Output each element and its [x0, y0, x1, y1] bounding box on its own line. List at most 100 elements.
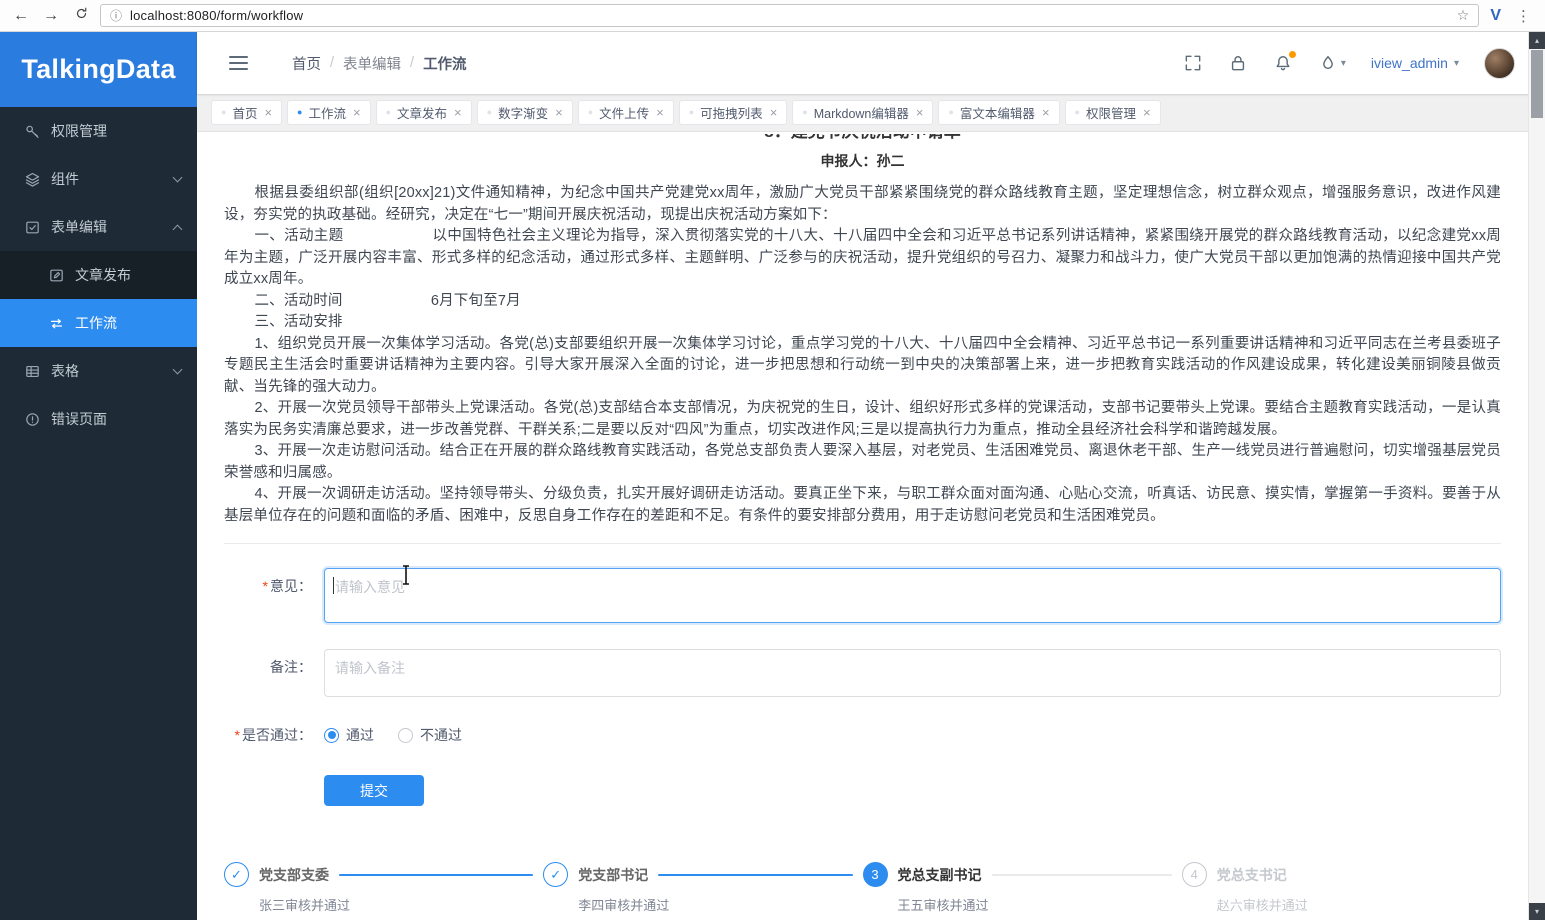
tab-markdown-editor[interactable]: ● Markdown编辑器 × [792, 100, 934, 125]
tab-number-gradient[interactable]: ● 数字渐变 × [476, 100, 573, 125]
remark-label: 备注： [224, 649, 324, 677]
tab-close-icon[interactable]: × [656, 105, 664, 120]
document-paragraph: 二、活动时间 6月下旬至7月 [254, 292, 521, 309]
tab-close-icon[interactable]: × [770, 105, 778, 120]
sidebar-item-label: 错误页面 [51, 411, 107, 427]
sidebar-item-label: 文章发布 [75, 267, 131, 283]
radio-pass[interactable]: 通过 [324, 725, 374, 745]
document-applicant: 申报人：孙二 [820, 153, 905, 169]
breadcrumb: 首页 / 表单编辑 / 工作流 [292, 53, 467, 74]
browser-menu-icon[interactable]: ⋮ [1512, 7, 1535, 25]
site-info-icon[interactable]: ⓘ [110, 7, 122, 24]
sidebar-item-label: 表格 [51, 363, 79, 379]
username: iview_admin [1370, 55, 1448, 71]
radio-fail-label: 不通过 [420, 727, 462, 743]
opinion-field-row: * 意见： [224, 568, 1501, 623]
radio-fail[interactable]: 不通过 [398, 725, 462, 745]
lock-icon[interactable] [1228, 53, 1248, 73]
document-paragraph: 根据县委组织部(组织[20xx]21)文件通知精神，为纪念中国共产党建党xx周年… [224, 185, 1501, 223]
step-general-secretary: 4 党总支书记 赵六审核并通过 [1181, 862, 1501, 914]
pass-label: * 是否通过： [224, 725, 324, 745]
url-text: localhost:8080/form/workflow [130, 8, 304, 23]
tab-close-icon[interactable]: × [454, 105, 462, 120]
sidebar-item-label: 组件 [51, 171, 79, 187]
header: 首页 / 表单编辑 / 工作流 ▾ iview_admin ▾ [197, 32, 1545, 94]
vertical-scrollbar[interactable]: ▴ ▾ [1528, 32, 1545, 920]
sidebar-item-error-pages[interactable]: 错误页面 [0, 395, 197, 443]
opinion-label-text: 意见： [270, 578, 312, 594]
page-content: 8：建党节庆祝活动申请单 申报人：孙二 根据县委组织部(组织[20xx]21)文… [197, 132, 1545, 920]
remark-textarea[interactable] [324, 649, 1501, 697]
step-branch-secretary: ✓ 党支部书记 李四审核并通过 [543, 862, 862, 914]
sidebar-item-components[interactable]: 组件 [0, 155, 197, 203]
opinion-label: * 意见： [224, 568, 324, 596]
tab-label: 文件上传 [599, 107, 650, 121]
sidebar-item-form-edit[interactable]: 表单编辑 [0, 203, 197, 251]
tab-permission[interactable]: ● 权限管理 × [1064, 100, 1161, 125]
tab-close-icon[interactable]: × [264, 105, 272, 120]
document-paragraph: 2、开展一次党员领导干部带头上党课活动。各党(总)支部结合本支部情况，为庆祝党的… [224, 400, 1501, 438]
key-icon [24, 123, 41, 140]
breadcrumb-form-edit[interactable]: 表单编辑 [343, 53, 401, 74]
avatar[interactable] [1484, 47, 1515, 79]
tab-file-upload[interactable]: ● 文件上传 × [577, 100, 674, 125]
step-title: 党总支副书记 [897, 866, 982, 883]
theme-dropdown[interactable]: ▾ [1318, 53, 1346, 73]
bookmark-star-icon[interactable]: ☆ [1457, 7, 1470, 24]
tab-label: Markdown编辑器 [813, 107, 909, 121]
sidebar-collapse-icon[interactable] [229, 56, 248, 70]
breadcrumb-home[interactable]: 首页 [292, 53, 321, 74]
layers-icon [24, 171, 41, 188]
opinion-textarea[interactable] [324, 568, 1501, 623]
browser-forward-icon[interactable]: → [40, 7, 62, 24]
user-menu[interactable]: iview_admin ▾ [1371, 55, 1459, 71]
tab-article-publish[interactable]: ● 文章发布 × [375, 100, 472, 125]
tab-richtext-editor[interactable]: ● 富文本编辑器 × [938, 100, 1060, 125]
chevron-down-icon [172, 364, 183, 374]
tab-draggable-list[interactable]: ● 可拖拽列表 × [678, 100, 788, 125]
submit-button[interactable]: 提交 [324, 775, 424, 806]
tab-home[interactable]: ● 首页 × [211, 100, 283, 125]
step-title: 党支部书记 [578, 866, 649, 883]
tab-bar: ● 首页 × ● 工作流 × ● 文章发布 × ● 数字渐变 × ● 文件上传 [197, 94, 1545, 132]
tab-close-icon[interactable]: × [1042, 105, 1050, 120]
step-title: 党支部支委 [259, 866, 329, 883]
approval-steps: ✓ 党支部支委 张三审核并通过 ✓ 党支部书记 李四审核并通过 3 党总支副书记… [224, 862, 1501, 914]
tab-label: 可拖拽列表 [700, 107, 763, 121]
radio-checked-icon [324, 727, 339, 743]
scroll-down-icon[interactable]: ▾ [1529, 903, 1545, 920]
form-check-icon [24, 219, 41, 236]
step-finished-check-icon: ✓ [224, 862, 249, 887]
browser-reload-icon[interactable] [70, 6, 92, 25]
scrollbar-thumb[interactable] [1531, 50, 1543, 118]
pass-radio-group: 通过 不通过 [324, 725, 462, 745]
tab-workflow[interactable]: ● 工作流 × [287, 100, 371, 125]
document-paragraph: 4、开展一次调研走访活动。坚持领导带头、分级负责，扎实开展好调研走访活动。要真正… [224, 486, 1501, 524]
browser-extension-icon[interactable]: V [1487, 7, 1504, 25]
browser-back-icon[interactable]: ← [10, 7, 32, 24]
tab-close-icon[interactable]: × [1143, 105, 1151, 120]
tab-dot-icon: ● [486, 107, 493, 117]
step-content: 赵六审核并通过 [1216, 898, 1308, 913]
sidebar: TalkingData 权限管理 组件 表单编辑 文章发布 工作流 表格 错误页… [0, 32, 197, 920]
app-logo[interactable]: TalkingData [0, 32, 197, 107]
tab-close-icon[interactable]: × [353, 105, 361, 120]
required-asterisk: * [262, 578, 268, 594]
scroll-up-icon[interactable]: ▴ [1529, 32, 1545, 49]
sidebar-item-tables[interactable]: 表格 [0, 347, 197, 395]
tab-close-icon[interactable]: × [916, 105, 924, 120]
tab-close-icon[interactable]: × [555, 105, 563, 120]
step-current-number-icon: 3 [862, 862, 888, 887]
sidebar-item-label: 权限管理 [51, 123, 107, 139]
document-paragraph: 1、组织党员开展一次集体学习活动。各党(总)支部要组织开展一次集体学习讨论，重点… [224, 335, 1501, 395]
chevron-down-icon: ▾ [1453, 57, 1459, 69]
sidebar-item-permission[interactable]: 权限管理 [0, 107, 197, 155]
sidebar-item-article-publish[interactable]: 文章发布 [0, 251, 197, 299]
browser-address-bar[interactable]: ⓘ localhost:8080/form/workflow ☆ [100, 4, 1480, 27]
notification-bell-icon[interactable] [1273, 51, 1296, 73]
chevron-down-icon [172, 172, 183, 182]
fullscreen-icon[interactable] [1183, 53, 1203, 73]
workflow-arrows-icon [48, 315, 65, 332]
sidebar-item-workflow[interactable]: 工作流 [0, 299, 197, 347]
remark-label-text: 备注： [270, 659, 312, 675]
